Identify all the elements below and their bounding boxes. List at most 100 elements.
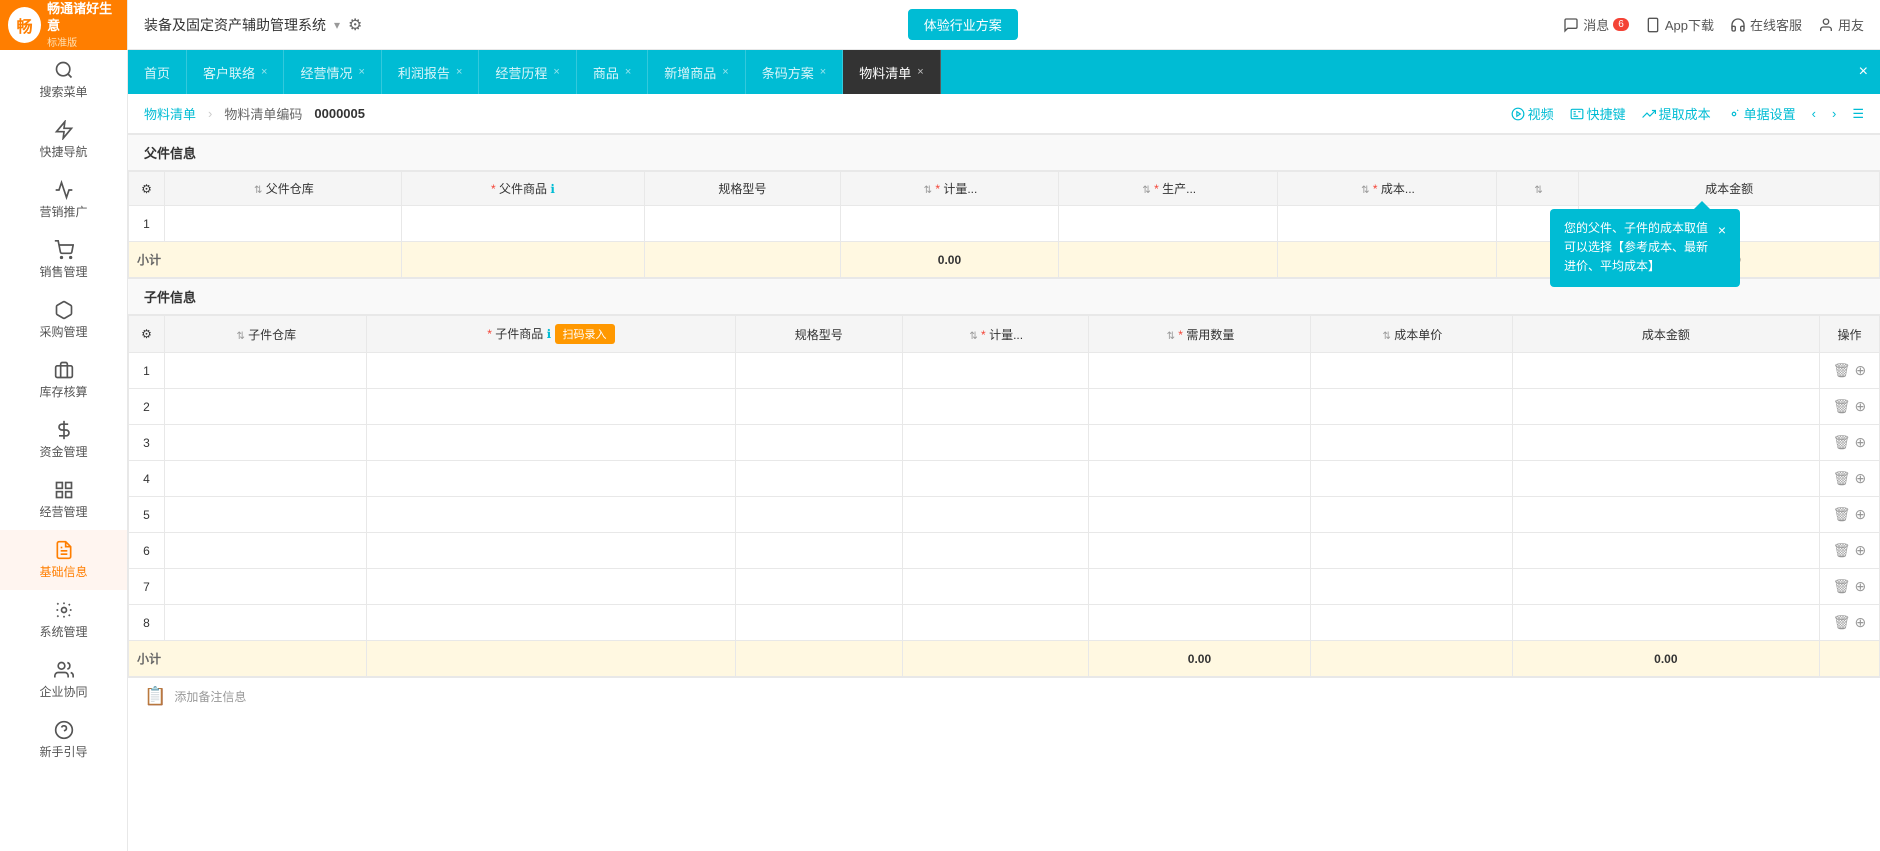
- child-row7-warehouse[interactable]: [165, 569, 367, 605]
- child-row4-unit-price[interactable]: [1311, 461, 1513, 497]
- bottom-text[interactable]: 添加备注信息: [174, 688, 246, 705]
- child-row2-unit[interactable]: [902, 389, 1088, 425]
- child-row4-unit[interactable]: [902, 461, 1088, 497]
- child-row3-unit-price[interactable]: [1311, 425, 1513, 461]
- child-row5-quantity[interactable]: [1088, 497, 1310, 533]
- child-row3-spec[interactable]: [736, 425, 902, 461]
- child-row7-quantity[interactable]: [1088, 569, 1310, 605]
- tab-close-material[interactable]: ×: [917, 66, 923, 78]
- copy-icon-3[interactable]: ⊕: [1855, 434, 1867, 451]
- copy-icon-8[interactable]: ⊕: [1855, 614, 1867, 631]
- child-row1-spec[interactable]: [736, 353, 902, 389]
- tab-close-goods[interactable]: ×: [625, 66, 631, 78]
- sidebar-item-search[interactable]: 搜索菜单: [0, 50, 127, 110]
- sidebar-item-operation[interactable]: 经营管理: [0, 470, 127, 530]
- child-row2-quantity[interactable]: [1088, 389, 1310, 425]
- tab-barcode[interactable]: 条码方案 ×: [746, 50, 843, 94]
- child-row5-unit[interactable]: [902, 497, 1088, 533]
- user-item[interactable]: 用友: [1818, 15, 1864, 34]
- child-row2-spec[interactable]: [736, 389, 902, 425]
- tab-home[interactable]: 首页: [128, 50, 187, 94]
- sidebar-item-system[interactable]: 系统管理: [0, 590, 127, 650]
- action-nav-next[interactable]: ›: [1832, 106, 1836, 121]
- copy-icon-5[interactable]: ⊕: [1855, 506, 1867, 523]
- child-row6-quantity[interactable]: [1088, 533, 1310, 569]
- child-row1-unit[interactable]: [902, 353, 1088, 389]
- child-row1-warehouse[interactable]: [165, 353, 367, 389]
- settings-gear-icon[interactable]: ⚙: [348, 15, 362, 35]
- child-row8-unit[interactable]: [902, 605, 1088, 641]
- parent-th-settings[interactable]: ⚙: [129, 172, 165, 206]
- child-row4-goods[interactable]: [366, 461, 735, 497]
- child-row2-goods[interactable]: [366, 389, 735, 425]
- parent-row1-cost[interactable]: [1278, 206, 1497, 242]
- tab-new-goods[interactable]: 新增商品 ×: [648, 50, 745, 94]
- tab-close-barcode[interactable]: ×: [820, 66, 826, 78]
- child-row7-unit[interactable]: [902, 569, 1088, 605]
- delete-icon-6[interactable]: 🗑: [1833, 542, 1851, 559]
- delete-icon-4[interactable]: 🗑: [1833, 470, 1851, 487]
- child-row3-quantity[interactable]: [1088, 425, 1310, 461]
- copy-icon-2[interactable]: ⊕: [1855, 398, 1867, 415]
- action-view[interactable]: 视频: [1511, 104, 1554, 123]
- sidebar-item-quick-nav[interactable]: 快捷导航: [0, 110, 127, 170]
- tab-material[interactable]: 物料清单 ×: [843, 50, 940, 94]
- child-row6-goods[interactable]: [366, 533, 735, 569]
- child-row3-goods[interactable]: [366, 425, 735, 461]
- copy-icon-6[interactable]: ⊕: [1855, 542, 1867, 559]
- delete-icon-8[interactable]: 🗑: [1833, 614, 1851, 631]
- action-shortcut[interactable]: 快捷键: [1570, 104, 1626, 123]
- tab-customers[interactable]: 客户联络 ×: [187, 50, 284, 94]
- child-row8-spec[interactable]: [736, 605, 902, 641]
- child-row8-unit-price[interactable]: [1311, 605, 1513, 641]
- app-download-item[interactable]: App下载: [1645, 15, 1714, 34]
- sidebar-item-guide[interactable]: 新手引导: [0, 710, 127, 770]
- child-row8-goods[interactable]: [366, 605, 735, 641]
- delete-icon-2[interactable]: 🗑: [1833, 398, 1851, 415]
- parent-row1-production[interactable]: [1059, 206, 1278, 242]
- sidebar-item-inventory[interactable]: 库存核算: [0, 350, 127, 410]
- child-row8-quantity[interactable]: [1088, 605, 1310, 641]
- action-extract-cost[interactable]: 提取成本: [1642, 104, 1711, 123]
- child-row6-warehouse[interactable]: [165, 533, 367, 569]
- tab-close-history[interactable]: ×: [553, 66, 559, 78]
- close-all-tabs[interactable]: ×: [1847, 63, 1880, 81]
- tab-close-profit[interactable]: ×: [456, 66, 462, 78]
- action-nav-prev[interactable]: ‹: [1812, 106, 1816, 121]
- parent-row1-goods[interactable]: [401, 206, 644, 242]
- child-row1-goods[interactable]: [366, 353, 735, 389]
- child-th-settings[interactable]: ⚙: [129, 316, 165, 353]
- action-menu[interactable]: ☰: [1852, 106, 1864, 122]
- delete-icon-3[interactable]: 🗑: [1833, 434, 1851, 451]
- tab-profit[interactable]: 利润报告 ×: [382, 50, 479, 94]
- sidebar-item-enterprise[interactable]: 企业协同: [0, 650, 127, 710]
- tooltip-close-btn[interactable]: ×: [1718, 219, 1726, 241]
- sidebar-item-sales[interactable]: 销售管理: [0, 230, 127, 290]
- child-row2-warehouse[interactable]: [165, 389, 367, 425]
- action-single-settings[interactable]: 单据设置: [1727, 104, 1796, 123]
- child-row1-quantity[interactable]: [1088, 353, 1310, 389]
- child-row4-warehouse[interactable]: [165, 461, 367, 497]
- tab-close-new-goods[interactable]: ×: [722, 66, 728, 78]
- child-row7-spec[interactable]: [736, 569, 902, 605]
- parent-row1-unit[interactable]: [840, 206, 1059, 242]
- child-row7-goods[interactable]: [366, 569, 735, 605]
- tab-close-customers[interactable]: ×: [261, 66, 267, 78]
- parent-row1-warehouse[interactable]: [165, 206, 402, 242]
- tab-close-operation-status[interactable]: ×: [358, 66, 364, 78]
- child-row6-spec[interactable]: [736, 533, 902, 569]
- child-row1-unit-price[interactable]: [1311, 353, 1513, 389]
- copy-icon-7[interactable]: ⊕: [1855, 578, 1867, 595]
- child-row4-quantity[interactable]: [1088, 461, 1310, 497]
- tab-history[interactable]: 经营历程 ×: [479, 50, 576, 94]
- child-row3-unit[interactable]: [902, 425, 1088, 461]
- sidebar-item-finance[interactable]: 资金管理: [0, 410, 127, 470]
- copy-icon-1[interactable]: ⊕: [1855, 362, 1867, 379]
- delete-icon-7[interactable]: 🗑: [1833, 578, 1851, 595]
- trial-button[interactable]: 体验行业方案: [908, 9, 1018, 40]
- message-item[interactable]: 消息 6: [1563, 15, 1629, 34]
- child-row3-warehouse[interactable]: [165, 425, 367, 461]
- delete-icon-1[interactable]: 🗑: [1833, 362, 1851, 379]
- child-row5-goods[interactable]: [366, 497, 735, 533]
- sidebar-item-basic[interactable]: 基础信息: [0, 530, 127, 590]
